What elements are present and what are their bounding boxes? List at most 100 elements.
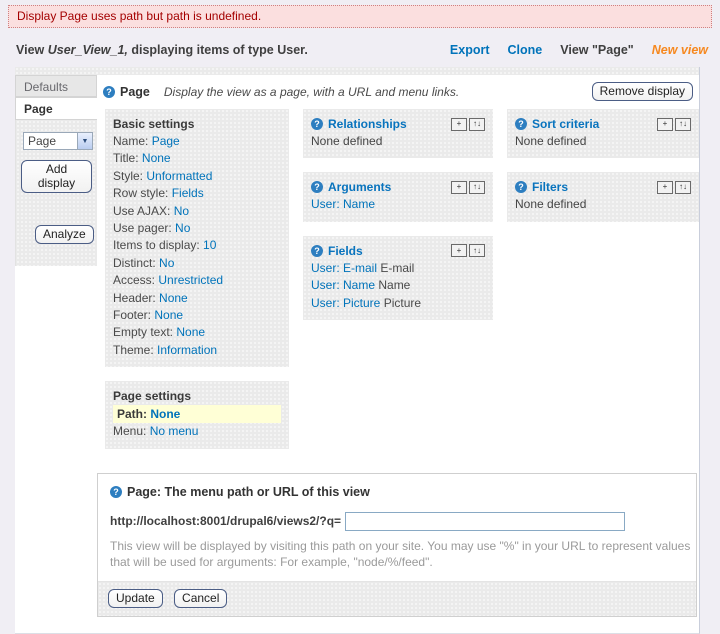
setting-row: Items to display: 10 (113, 237, 281, 254)
add-display-panel: Page ▼ Add display Analyze (15, 120, 97, 266)
setting-value-link[interactable]: No (159, 256, 174, 270)
add-display-button[interactable]: Add display (21, 160, 92, 193)
fields-title-link[interactable]: Fields (328, 242, 363, 260)
url-prefix: http://localhost:8001/drupal6/views2/?q= (110, 514, 342, 529)
setting-label: Distinct: (113, 255, 156, 270)
menu-setting-row: Menu: No menu (113, 423, 281, 440)
help-glyph: ? (518, 119, 524, 129)
help-icon[interactable]: ? (515, 118, 527, 130)
field-item: User: E-mail E-mail (311, 260, 485, 277)
help-icon[interactable]: ? (311, 181, 323, 194)
setting-value-link[interactable]: None (142, 151, 171, 165)
field-link[interactable]: User: Picture (311, 296, 380, 310)
rearrange-icon[interactable]: ↑↓ (675, 180, 691, 194)
filters-title-link[interactable]: Filters (532, 178, 568, 196)
menu-value-link[interactable]: No menu (150, 424, 199, 438)
add-icon[interactable]: + (451, 180, 467, 194)
error-message: Display Page uses path but path is undef… (8, 5, 712, 28)
help-icon[interactable]: ? (515, 181, 527, 194)
rearrange-icon[interactable]: ↑↓ (675, 117, 691, 131)
setting-value-link[interactable]: Information (157, 343, 217, 357)
help-icon[interactable]: ? (311, 244, 323, 257)
field-label-suffix: E-mail (377, 260, 415, 275)
view-title: View User_View_1, displaying items of ty… (16, 43, 308, 57)
field-link[interactable]: User: E-mail (311, 261, 377, 275)
setting-value-link[interactable]: Unrestricted (158, 273, 223, 287)
setting-row: Use pager: No (113, 220, 281, 237)
help-glyph: ? (113, 486, 119, 497)
setting-row: Empty text: None (113, 324, 281, 341)
field-item: User: Picture Picture (311, 295, 485, 312)
basic-settings-block: Basic settings Name: Page Title: None St… (105, 109, 289, 368)
cancel-button[interactable]: Cancel (174, 588, 228, 608)
display-type-select[interactable]: Page ▼ (23, 132, 93, 150)
add-icon[interactable]: + (657, 117, 673, 131)
display-tabs-sidebar: Defaults Page Page ▼ Add display Analyze (15, 75, 97, 633)
setting-row: Access: Unrestricted (113, 272, 281, 289)
filters-empty: None defined (515, 197, 587, 212)
path-form-title: Page: The menu path or URL of this view (127, 484, 370, 499)
setting-label: Footer: (113, 308, 152, 323)
arguments-block: ? Arguments + ↑↓ User: Name (303, 172, 493, 222)
help-icon[interactable]: ? (311, 118, 323, 130)
chevron-down-icon: ▼ (77, 133, 92, 149)
setting-value-link[interactable]: None (159, 291, 188, 305)
help-glyph: ? (314, 119, 320, 129)
setting-row: Row style: Fields (113, 185, 281, 202)
help-icon[interactable]: ? (110, 485, 122, 498)
clone-link[interactable]: Clone (508, 43, 543, 57)
field-link[interactable]: User: Name (311, 278, 375, 292)
rearrange-icon[interactable]: ↑↓ (469, 180, 485, 194)
setting-value-link[interactable]: Fields (172, 186, 204, 200)
path-setting-row: Path: None (113, 405, 281, 424)
help-glyph: ? (518, 182, 524, 193)
add-icon[interactable]: + (451, 244, 467, 258)
setting-value-link[interactable]: None (176, 325, 205, 339)
setting-row: Header: None (113, 290, 281, 307)
setting-label: Empty text: (113, 325, 174, 340)
views-ui: Defaults Page Page ▼ Add display Analyze… (15, 67, 700, 634)
setting-label: Use pager: (113, 221, 172, 236)
path-value-link[interactable]: None (150, 407, 180, 421)
setting-value-link[interactable]: 10 (203, 238, 216, 252)
setting-row: Use AJAX: No (113, 203, 281, 220)
new-view-link[interactable]: New view (652, 43, 708, 57)
help-icon[interactable]: ? (103, 85, 115, 98)
field-item: User: Name Name (311, 277, 485, 294)
add-icon[interactable]: + (451, 117, 467, 131)
setting-value-link[interactable]: Page (152, 134, 180, 148)
tab-defaults[interactable]: Defaults (15, 75, 97, 97)
setting-value-link[interactable]: No (174, 204, 189, 218)
path-input[interactable] (345, 511, 626, 531)
arguments-title-link[interactable]: Arguments (328, 178, 391, 196)
settings-column-1: Basic settings Name: Page Title: None St… (105, 109, 289, 463)
sort-criteria-title-link[interactable]: Sort criteria (532, 115, 599, 133)
setting-label: Use AJAX: (113, 203, 171, 218)
setting-row: Footer: None (113, 307, 281, 324)
setting-value-link[interactable]: Unformatted (146, 169, 212, 183)
argument-link[interactable]: User: Name (311, 197, 375, 211)
setting-value-link[interactable]: None (154, 308, 183, 322)
rearrange-icon[interactable]: ↑↓ (469, 117, 485, 131)
settings-columns: Basic settings Name: Page Title: None St… (97, 109, 699, 463)
update-button[interactable]: Update (108, 588, 163, 608)
export-link[interactable]: Export (450, 43, 490, 57)
help-glyph: ? (314, 245, 320, 256)
remove-display-button[interactable]: Remove display (591, 82, 693, 101)
rearrange-icon[interactable]: ↑↓ (469, 244, 485, 258)
display-type-select-value: Page (28, 134, 57, 148)
setting-value-link[interactable]: No (175, 221, 190, 235)
tab-page[interactable]: Page (15, 97, 97, 120)
setting-row: Theme: Information (113, 342, 281, 359)
add-icon[interactable]: + (657, 180, 673, 194)
relationships-title-link[interactable]: Relationships (328, 115, 407, 133)
analyze-button[interactable]: Analyze (35, 225, 94, 244)
relationships-empty: None defined (311, 134, 383, 148)
setting-row: Distinct: No (113, 255, 281, 272)
path-form-description: This view will be displayed by visiting … (110, 538, 691, 570)
header-links: Export Clone View "Page" New view (450, 43, 708, 57)
setting-label: Access: (113, 273, 156, 288)
setting-label: Name: (113, 134, 149, 148)
filters-block: ? Filters + ↑↓ None defined (507, 172, 699, 222)
help-glyph: ? (106, 86, 112, 97)
